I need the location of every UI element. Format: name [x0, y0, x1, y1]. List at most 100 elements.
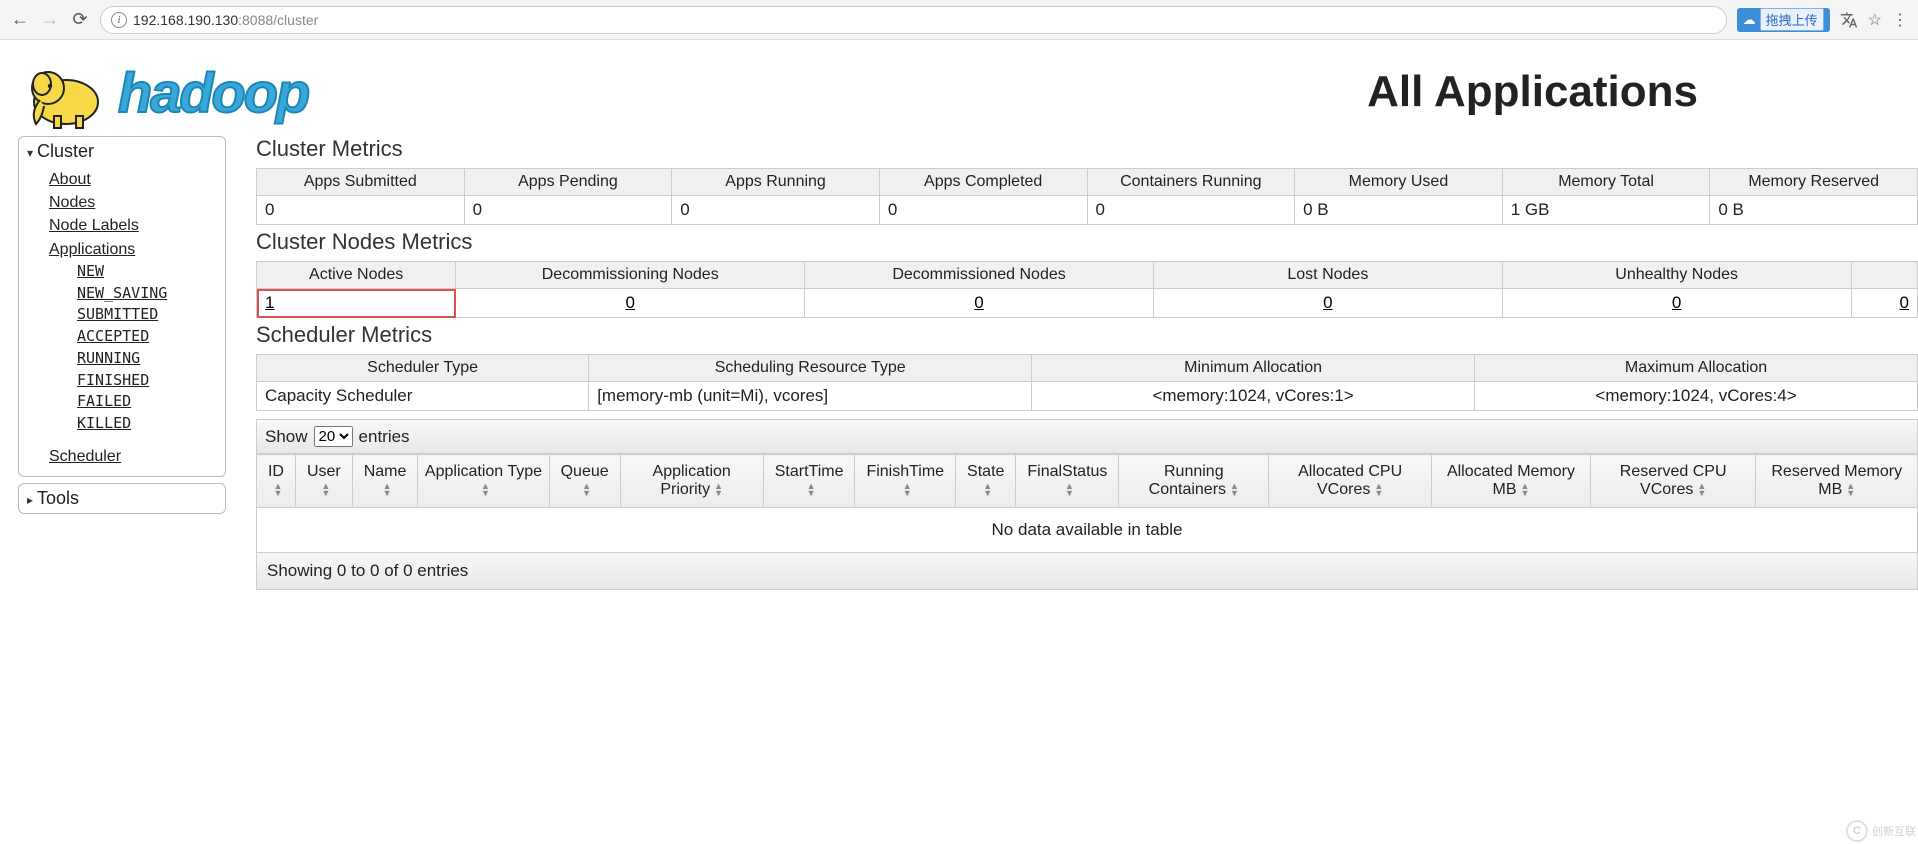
table-node-metrics: Active Nodes Decommissioning Nodes Decom… [256, 261, 1918, 318]
th-memory-total: Memory Total [1502, 169, 1710, 196]
th-memory-used: Memory Used [1295, 169, 1503, 196]
th-containers-running: Containers Running [1087, 169, 1295, 196]
col-state[interactable]: State▲▼ [956, 455, 1016, 508]
col-allocated-vcores[interactable]: Allocated CPU VCores▲▼ [1269, 455, 1432, 508]
translate-icon[interactable] [1840, 11, 1858, 29]
page-header: hadoop All Applications [0, 40, 1918, 136]
nav-link-accepted[interactable]: ACCEPTED [77, 326, 217, 348]
td-scheduling-resource-type: [memory-mb (unit=Mi), vcores] [589, 382, 1032, 411]
td-apps-submitted: 0 [257, 196, 465, 225]
col-reserved-vcores[interactable]: Reserved CPU VCores▲▼ [1590, 455, 1756, 508]
nav-link-failed[interactable]: FAILED [77, 391, 217, 413]
upload-extension-label: 拖拽上传 [1760, 8, 1824, 31]
url-path: /cluster [273, 12, 318, 28]
col-name[interactable]: Name▲▼ [352, 455, 418, 508]
nav-box-cluster: Cluster About Nodes Node Labels Applicat… [18, 136, 226, 477]
th-active-nodes: Active Nodes [257, 262, 456, 289]
th-decommissioning-nodes: Decommissioning Nodes [456, 262, 805, 289]
watermark-icon: C [1846, 820, 1868, 842]
th-apps-completed: Apps Completed [879, 169, 1087, 196]
extension-area: ☁ 拖拽上传 ☆ ⋮ [1737, 8, 1908, 32]
main-content: Cluster Metrics Apps Submitted Apps Pend… [226, 136, 1918, 590]
nav-link-applications[interactable]: Applications [49, 238, 217, 261]
cloud-icon: ☁ [1743, 12, 1756, 28]
th-apps-submitted: Apps Submitted [257, 169, 465, 196]
th-lost-nodes: Lost Nodes [1153, 262, 1502, 289]
col-queue[interactable]: Queue▲▼ [549, 455, 620, 508]
col-finalstatus[interactable]: FinalStatus▲▼ [1016, 455, 1119, 508]
td-apps-pending: 0 [464, 196, 672, 225]
td-decommissioned-nodes[interactable]: 0 [805, 289, 1154, 318]
nav-head-cluster[interactable]: Cluster [19, 137, 225, 166]
upload-extension[interactable]: ☁ 拖拽上传 [1737, 8, 1830, 32]
th-scheduling-resource-type: Scheduling Resource Type [589, 355, 1032, 382]
section-node-metrics: Cluster Nodes Metrics [256, 229, 1918, 255]
nav-link-node-labels[interactable]: Node Labels [49, 214, 217, 237]
elephant-icon [18, 52, 118, 132]
col-starttime[interactable]: StartTime▲▼ [763, 455, 855, 508]
td-decommissioning-nodes[interactable]: 0 [456, 289, 805, 318]
td-lost-nodes[interactable]: 0 [1153, 289, 1502, 318]
col-app-type[interactable]: Application Type▲▼ [418, 455, 549, 508]
forward-button[interactable]: → [40, 10, 60, 30]
col-app-priority[interactable]: Application Priority▲▼ [620, 455, 763, 508]
td-scheduler-type: Capacity Scheduler [257, 382, 589, 411]
th-max-allocation: Maximum Allocation [1475, 355, 1918, 382]
url-host: 192.168.190.130 [133, 12, 238, 28]
th-min-allocation: Minimum Allocation [1032, 355, 1475, 382]
nav-head-tools[interactable]: Tools [19, 484, 225, 513]
th-extra [1851, 262, 1917, 289]
watermark: C 创新互联 [1846, 820, 1916, 842]
back-button[interactable]: ← [10, 10, 30, 30]
table-scheduler-metrics: Scheduler Type Scheduling Resource Type … [256, 354, 1918, 411]
section-scheduler > metrics: Scheduler Metrics [256, 322, 1918, 348]
th-scheduler-type: Scheduler Type [257, 355, 589, 382]
col-reserved-mb[interactable]: Reserved Memory MB▲▼ [1756, 455, 1918, 508]
td-active-nodes[interactable]: 1 [257, 289, 456, 318]
col-id[interactable]: ID▲▼ [257, 455, 296, 508]
show-label-pre: Show [265, 427, 308, 447]
td-unhealthy-nodes[interactable]: 0 [1502, 289, 1851, 318]
td-apps-running: 0 [672, 196, 880, 225]
nav-link-submitted[interactable]: SUBMITTED [77, 304, 217, 326]
nav-link-running[interactable]: RUNNING [77, 348, 217, 370]
bookmark-star-icon[interactable]: ☆ [1868, 10, 1882, 30]
nav-box-tools: Tools [18, 483, 226, 514]
col-finishtime[interactable]: FinishTime▲▼ [855, 455, 956, 508]
page-title: All Applications [1367, 67, 1698, 117]
td-extra[interactable]: 0 [1851, 289, 1917, 318]
td-memory-total: 1 GB [1502, 196, 1710, 225]
nav-link-new-saving[interactable]: NEW_SAVING [77, 283, 217, 305]
menu-icon[interactable]: ⋮ [1892, 10, 1908, 30]
col-user[interactable]: User▲▼ [295, 455, 352, 508]
nav-link-new[interactable]: NEW [77, 261, 217, 283]
url-port: :8088 [238, 12, 273, 28]
url-bar[interactable]: i 192.168.190.130:8088/cluster [100, 6, 1727, 34]
nav-link-killed[interactable]: KILLED [77, 413, 217, 435]
td-memory-used: 0 B [1295, 196, 1503, 225]
sidebar: Cluster About Nodes Node Labels Applicat… [18, 136, 226, 590]
td-max-allocation: <memory:1024, vCores:4> [1475, 382, 1918, 411]
info-icon[interactable]: i [111, 12, 127, 28]
nav-link-about[interactable]: About [49, 168, 217, 191]
th-apps-pending: Apps Pending [464, 169, 672, 196]
show-label-post: entries [359, 427, 410, 447]
hadoop-logo[interactable]: hadoop [18, 52, 308, 132]
no-data-row: No data available in table [257, 508, 1918, 553]
watermark-text: 创新互联 [1872, 823, 1916, 839]
col-allocated-mb[interactable]: Allocated Memory MB▲▼ [1432, 455, 1591, 508]
col-running-containers[interactable]: Running Containers▲▼ [1119, 455, 1269, 508]
td-apps-completed: 0 [879, 196, 1087, 225]
nav-link-finished[interactable]: FINISHED [77, 370, 217, 392]
hadoop-wordmark: hadoop [118, 60, 308, 125]
td-containers-running: 0 [1087, 196, 1295, 225]
section-cluster-metrics: Cluster Metrics [256, 136, 1918, 162]
datatable-length-control: Show 20 entries [256, 419, 1918, 454]
table-cluster-metrics: Apps Submitted Apps Pending Apps Running… [256, 168, 1918, 225]
reload-button[interactable]: ⟳ [70, 10, 90, 30]
sort-desc-icon: ▼ [274, 490, 283, 497]
th-decommissioned-nodes: Decommissioned Nodes [805, 262, 1154, 289]
nav-link-nodes[interactable]: Nodes [49, 191, 217, 214]
nav-link-scheduler[interactable]: Scheduler [49, 445, 217, 468]
entries-select[interactable]: 20 [314, 426, 353, 447]
